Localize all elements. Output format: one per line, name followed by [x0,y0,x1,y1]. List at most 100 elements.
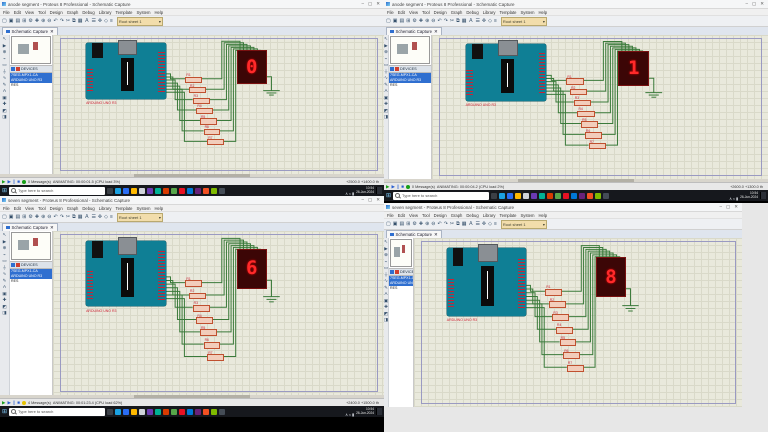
toolbar-icon[interactable]: ↷ [60,17,64,25]
tray-icon[interactable]: ▮ [352,192,354,196]
resistor[interactable]: R3 [552,311,570,322]
taskbar-app-icon[interactable] [563,192,570,199]
menu-item[interactable]: Help [154,206,163,211]
taskbar-app-icon[interactable] [595,192,602,199]
mode-tool-icon[interactable]: ∿ [3,271,7,277]
mode-tool-icon[interactable]: ↖ [3,232,7,238]
resistor[interactable]: R2 [548,298,566,309]
simulation-play-button[interactable]: ▶ [2,400,5,405]
mode-tool-icon[interactable]: ∿ [384,278,388,284]
toolbar-icon[interactable]: ↷ [60,213,64,221]
menu-item[interactable]: Edit [14,206,21,211]
notification-center-button[interactable] [376,187,382,194]
sheet-selector-dropdown[interactable]: Root sheet 1 ▾ [116,212,163,222]
toolbar-icon[interactable]: ▣ [9,17,14,25]
toolbar-icon[interactable]: ▢ [2,213,7,221]
taskbar-app-icon[interactable] [163,408,170,415]
toolbar-icon[interactable]: ✚ [35,213,39,221]
mode-tool-icon[interactable]: ◩ [384,311,388,317]
schematic-canvas[interactable]: ARDUINO UNO R3 6 R1 R2 R3 R4 R5 R6 R7 [53,231,384,395]
mode-tool-icon[interactable]: ▣ [2,95,6,101]
scrollbar-thumb[interactable] [134,395,250,398]
menu-item[interactable]: System [137,10,151,15]
pick-devices-button[interactable] [390,270,394,274]
close-button[interactable]: ✕ [376,197,380,203]
toolbar-icon[interactable]: ↶ [54,17,58,25]
toolbar-icon[interactable]: ↷ [444,17,448,25]
mode-tool-icon[interactable]: ∿ [384,75,388,81]
toolbar-icon[interactable]: Ａ [468,17,473,25]
simulation-step-button[interactable]: ▶ [7,179,10,184]
toolbar-icon[interactable]: ✂ [450,220,454,228]
taskbar-app-icon[interactable] [507,192,514,199]
seven-segment-display[interactable]: 8 [596,256,626,298]
menu-item[interactable]: Edit [398,10,405,15]
schematic-canvas[interactable]: ARDUINO UNO R3 8 R1 R2 R3 R4 R5 R6 R7 [414,238,742,407]
taskbar-app-icon[interactable] [179,408,186,415]
toolbar-icon[interactable]: ⚙ [28,17,32,25]
close-button[interactable]: ✕ [376,1,380,7]
toolbar-icon[interactable]: ▦ [462,17,467,25]
sheet-selector-dropdown[interactable]: Root sheet 1 ▾ [116,16,163,26]
menu-item[interactable]: Design [434,213,447,218]
mode-tool-icon[interactable]: ∿ [3,75,7,81]
toolbar-icon[interactable]: ⧉ [72,213,76,221]
toolbar-icon[interactable]: ≡ [110,213,113,221]
taskbar-app-icon[interactable] [603,192,610,199]
resistor[interactable]: R5 [559,336,577,347]
close-button[interactable]: ✕ [734,204,738,210]
taskbar-app-icon[interactable] [155,187,162,194]
taskbar-app-icon[interactable] [131,187,138,194]
resistor[interactable]: R4 [577,107,595,117]
message-status-icon[interactable] [21,179,26,184]
toolbar-icon[interactable]: ◇ [488,17,492,25]
resistor[interactable]: R1 [545,285,562,296]
toolbar-icon[interactable]: ✜ [98,213,102,221]
menu-item[interactable]: File [3,10,10,15]
taskbar-app-icon[interactable] [195,187,202,194]
mode-tool-icon[interactable]: ↖ [384,239,388,245]
horizontal-scrollbar[interactable] [0,174,384,177]
menu-item[interactable]: View [409,213,418,218]
taskbar-app-icon[interactable] [203,408,210,415]
taskbar-app-icon[interactable] [179,187,186,194]
tab-close-icon[interactable]: ✕ [50,225,54,231]
toolbar-icon[interactable]: ☰ [475,220,479,228]
resistor[interactable]: R6 [584,129,602,139]
minimize-button[interactable]: – [361,197,364,203]
toolbar-icon[interactable]: ✚ [419,17,423,25]
taskbar-app-icon[interactable] [579,192,586,199]
tray-icon[interactable]: ∧ [345,413,348,417]
taskbar-app-icon[interactable] [515,192,522,199]
mode-tool-icon[interactable]: ▶ [384,43,387,49]
message-status-icon[interactable] [21,400,26,405]
taskbar-app-icon[interactable] [203,187,210,194]
mode-tool-icon[interactable]: ⊕ [3,49,7,55]
schematic-canvas[interactable]: ARDUINO UNO R3 0 R1 R2 R3 R4 R5 R6 R7 [53,35,384,174]
mode-tool-icon[interactable]: ▶ [3,43,6,49]
toolbar-icon[interactable]: ⊞ [22,17,26,25]
taskbar-app-icon[interactable] [219,187,226,194]
toolbar-icon[interactable]: ⚙ [412,17,416,25]
toolbar-icon[interactable]: ⊞ [406,220,410,228]
mode-tool-icon[interactable]: ↖ [384,36,388,42]
resistor[interactable]: R7 [207,136,225,146]
menu-item[interactable]: Design [50,206,63,211]
resistor[interactable]: R7 [207,351,225,361]
menu-item[interactable]: Tool [422,213,430,218]
toolbar-icon[interactable]: ▤ [399,17,404,25]
mode-tool-icon[interactable]: ◩ [384,108,388,114]
toolbar-icon[interactable]: Ａ [84,213,89,221]
notification-center-button[interactable] [760,192,766,199]
taskbar-app-icon[interactable] [123,408,130,415]
mode-tool-icon[interactable]: ✎ [3,82,7,88]
resistor[interactable]: R1 [566,75,584,85]
menu-item[interactable]: Design [50,10,63,15]
library-button[interactable] [395,67,399,71]
menu-item[interactable]: Help [154,10,163,15]
menu-item[interactable]: Debug [466,10,478,15]
toolbar-icon[interactable]: ▦ [462,220,467,228]
toolbar-icon[interactable]: ⊕ [41,17,45,25]
menu-item[interactable]: Debug [466,213,478,218]
mode-tool-icon[interactable]: ◩ [2,108,6,114]
